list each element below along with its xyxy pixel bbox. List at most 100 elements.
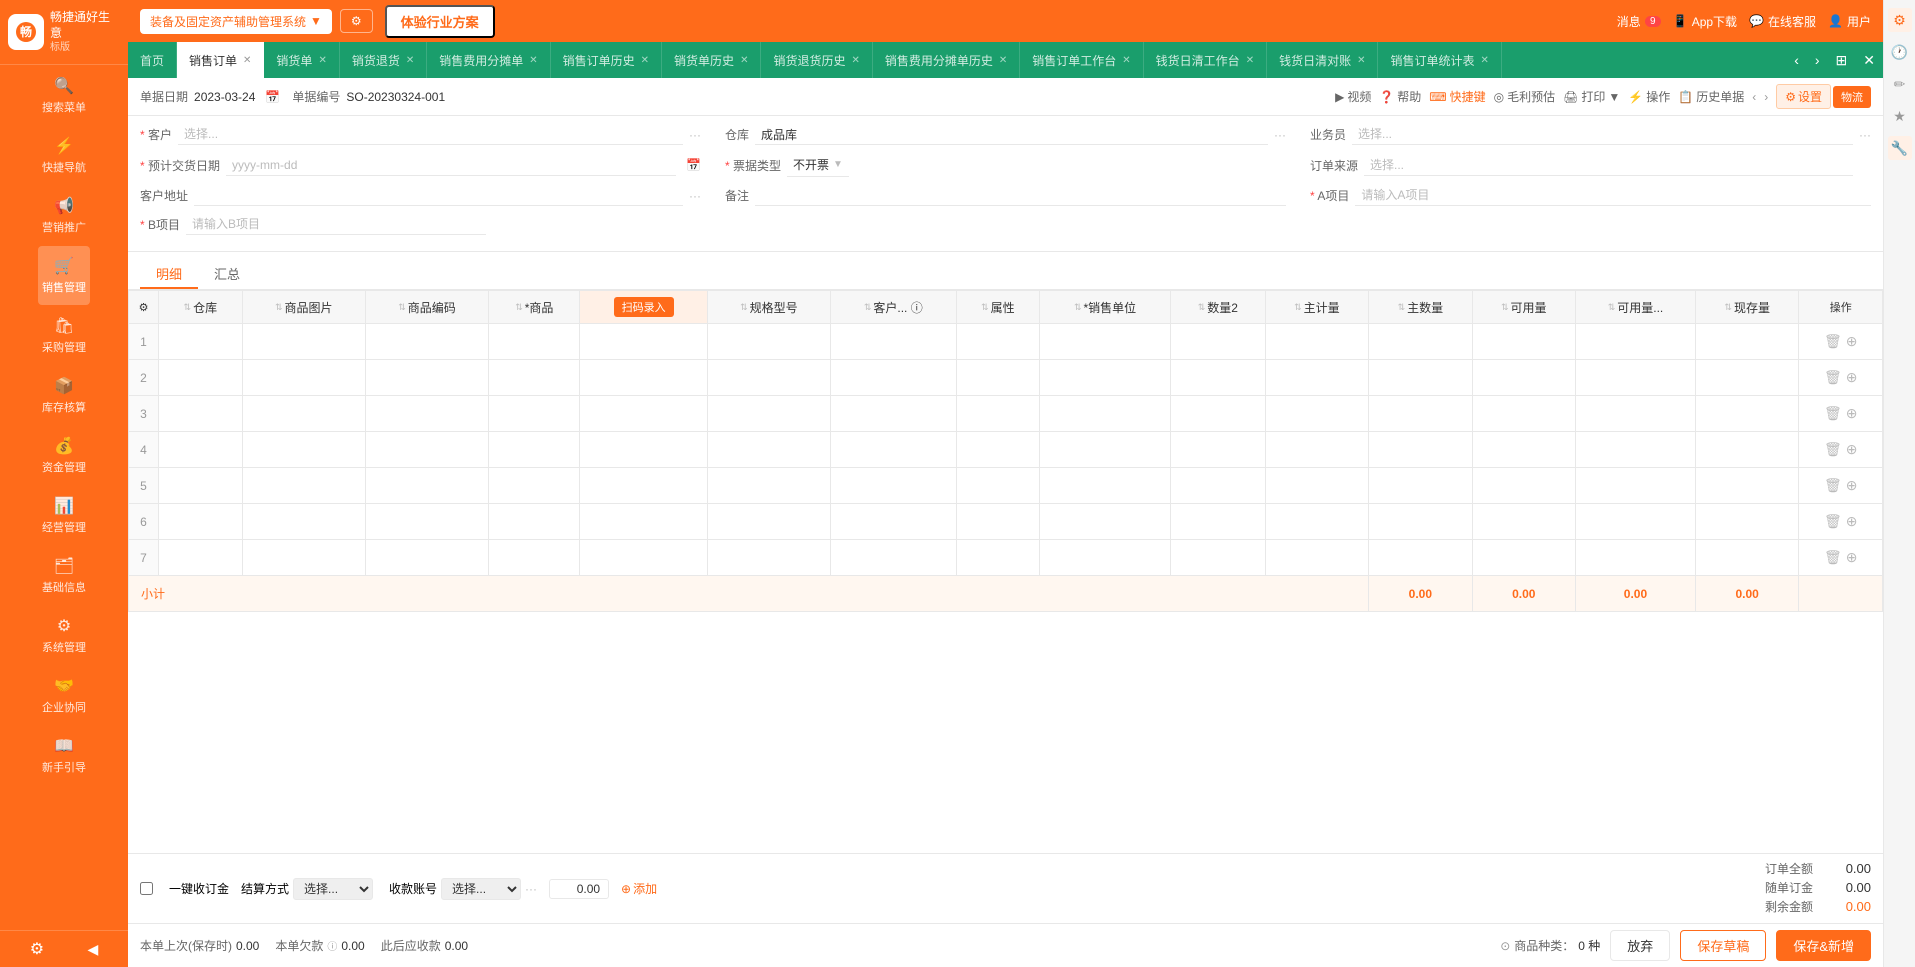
staff-input[interactable]	[1352, 124, 1853, 145]
cell-5-5[interactable]	[580, 468, 707, 504]
cell-2-5[interactable]	[580, 360, 707, 396]
warehouse-input[interactable]	[755, 124, 1268, 145]
cell-3-4[interactable]	[489, 396, 580, 432]
cell-2-12[interactable]	[1369, 360, 1472, 396]
solution-button[interactable]: 体验行业方案	[385, 5, 495, 38]
view-btn[interactable]: ▶ 视频	[1335, 88, 1371, 105]
cell-3-13[interactable]	[1472, 396, 1575, 432]
sidebar-item-5[interactable]: 📦 库存核算	[38, 366, 90, 425]
col-scan[interactable]: 扫码录入	[580, 291, 707, 324]
cell-6-3[interactable]	[365, 504, 488, 540]
cell-5-13[interactable]	[1472, 468, 1575, 504]
sidebar-item-1[interactable]: ⚡ 快捷导航	[38, 126, 90, 185]
cell-5-14[interactable]	[1576, 468, 1696, 504]
col-warehouse[interactable]: ⇅仓库	[159, 291, 243, 324]
row-copy-icon-2[interactable]: ⊕	[1846, 369, 1858, 386]
save-draft-button[interactable]: 保存草稿	[1680, 930, 1766, 961]
tab-close-2[interactable]: ✕	[318, 55, 326, 66]
col-main-unit[interactable]: ⇅主计量	[1265, 291, 1368, 324]
cell-3-1[interactable]	[159, 396, 243, 432]
row-delete-icon-5[interactable]: 🗑	[1824, 477, 1842, 494]
remark-input[interactable]	[755, 185, 1286, 206]
cell-4-8[interactable]	[956, 432, 1040, 468]
cell-5-4[interactable]	[489, 468, 580, 504]
col-settings[interactable]: ⚙	[129, 291, 159, 324]
cell-3-3[interactable]	[365, 396, 488, 432]
cell-5-1[interactable]	[159, 468, 243, 504]
row-delete-icon-3[interactable]: 🗑	[1824, 405, 1842, 422]
cell-7-3[interactable]	[365, 540, 488, 576]
cell-5-3[interactable]	[365, 468, 488, 504]
right-panel-edit-icon[interactable]: ✏	[1888, 72, 1912, 96]
cell-7-2[interactable]	[242, 540, 365, 576]
tab-close-11[interactable]: ✕	[1357, 55, 1365, 66]
cell-3-5[interactable]	[580, 396, 707, 432]
a-project-input[interactable]	[1355, 185, 1871, 206]
cell-7-7[interactable]	[831, 540, 956, 576]
cell-5-10[interactable]	[1171, 468, 1266, 504]
cell-1-10[interactable]	[1171, 324, 1266, 360]
cell-1-5[interactable]	[580, 324, 707, 360]
app-download-btn[interactable]: 📱 App下载	[1673, 13, 1737, 30]
online-service-btn[interactable]: 💬 在线客服	[1749, 13, 1816, 30]
tab-12[interactable]: 销售订单统计表✕	[1378, 42, 1501, 78]
sidebar-collapse-icon[interactable]: ◀	[88, 941, 99, 958]
cell-3-10[interactable]	[1171, 396, 1266, 432]
cell-4-12[interactable]	[1369, 432, 1472, 468]
sidebar-item-2[interactable]: 📢 营销推广	[38, 186, 90, 245]
delivery-date-input[interactable]	[226, 155, 676, 176]
cell-6-9[interactable]	[1040, 504, 1171, 540]
staff-more-icon[interactable]: ···	[1859, 128, 1871, 142]
cell-2-11[interactable]	[1265, 360, 1368, 396]
account-select[interactable]: 选择...	[441, 878, 521, 900]
cell-1-4[interactable]	[489, 324, 580, 360]
customer-more-icon[interactable]: ···	[689, 128, 701, 142]
row-copy-icon-1[interactable]: ⊕	[1846, 333, 1858, 350]
cell-6-5[interactable]	[580, 504, 707, 540]
col-main-qty[interactable]: ⇅主数量	[1369, 291, 1472, 324]
cell-6-10[interactable]	[1171, 504, 1266, 540]
cell-4-4[interactable]	[489, 432, 580, 468]
cell-1-3[interactable]	[365, 324, 488, 360]
cell-5-15[interactable]	[1695, 468, 1798, 504]
scan-btn[interactable]: 扫码录入	[614, 297, 674, 317]
tab-next-btn[interactable]: ›	[1807, 42, 1828, 78]
cell-4-13[interactable]	[1472, 432, 1575, 468]
cell-6-11[interactable]	[1265, 504, 1368, 540]
cell-3-9[interactable]	[1040, 396, 1171, 432]
tab-close-4[interactable]: ✕	[529, 55, 537, 66]
tab-close-10[interactable]: ✕	[1246, 55, 1254, 66]
calendar-icon[interactable]: 📅	[265, 90, 280, 104]
shortcut-btn[interactable]: ⌨ 快捷键	[1429, 88, 1485, 105]
tab-close-5[interactable]: ✕	[641, 55, 649, 66]
cell-2-13[interactable]	[1472, 360, 1575, 396]
cell-4-5[interactable]	[580, 432, 707, 468]
cell-4-3[interactable]	[365, 432, 488, 468]
cell-6-4[interactable]	[489, 504, 580, 540]
cell-7-4[interactable]	[489, 540, 580, 576]
cell-1-12[interactable]	[1369, 324, 1472, 360]
sidebar-settings-icon[interactable]: ⚙	[30, 939, 44, 959]
tab-close-7[interactable]: ✕	[851, 55, 859, 66]
cell-2-7[interactable]	[831, 360, 956, 396]
tab-9[interactable]: 销售订单工作台✕	[1020, 42, 1143, 78]
b-project-input[interactable]	[186, 214, 486, 235]
tab-close-all-btn[interactable]: ✕	[1855, 42, 1883, 78]
one-click-checkbox[interactable]	[140, 882, 153, 895]
cell-6-7[interactable]	[831, 504, 956, 540]
cell-1-7[interactable]	[831, 324, 956, 360]
tab-close-3[interactable]: ✕	[406, 55, 414, 66]
tab-0[interactable]: 首页	[128, 42, 177, 78]
tab-prev-btn[interactable]: ‹	[1786, 42, 1807, 78]
cell-7-15[interactable]	[1695, 540, 1798, 576]
cell-2-2[interactable]	[242, 360, 365, 396]
cell-7-6[interactable]	[707, 540, 830, 576]
col-customer-code[interactable]: ⇅客户... ⓘ	[831, 291, 956, 324]
sidebar-item-3[interactable]: 🛒 销售管理	[38, 246, 90, 305]
cell-5-12[interactable]	[1369, 468, 1472, 504]
customer-address-input[interactable]	[194, 185, 683, 206]
tab-11[interactable]: 钱货日清对账✕	[1267, 42, 1378, 78]
cell-1-14[interactable]	[1576, 324, 1696, 360]
cell-1-8[interactable]	[956, 324, 1040, 360]
customer-input[interactable]	[178, 124, 683, 145]
